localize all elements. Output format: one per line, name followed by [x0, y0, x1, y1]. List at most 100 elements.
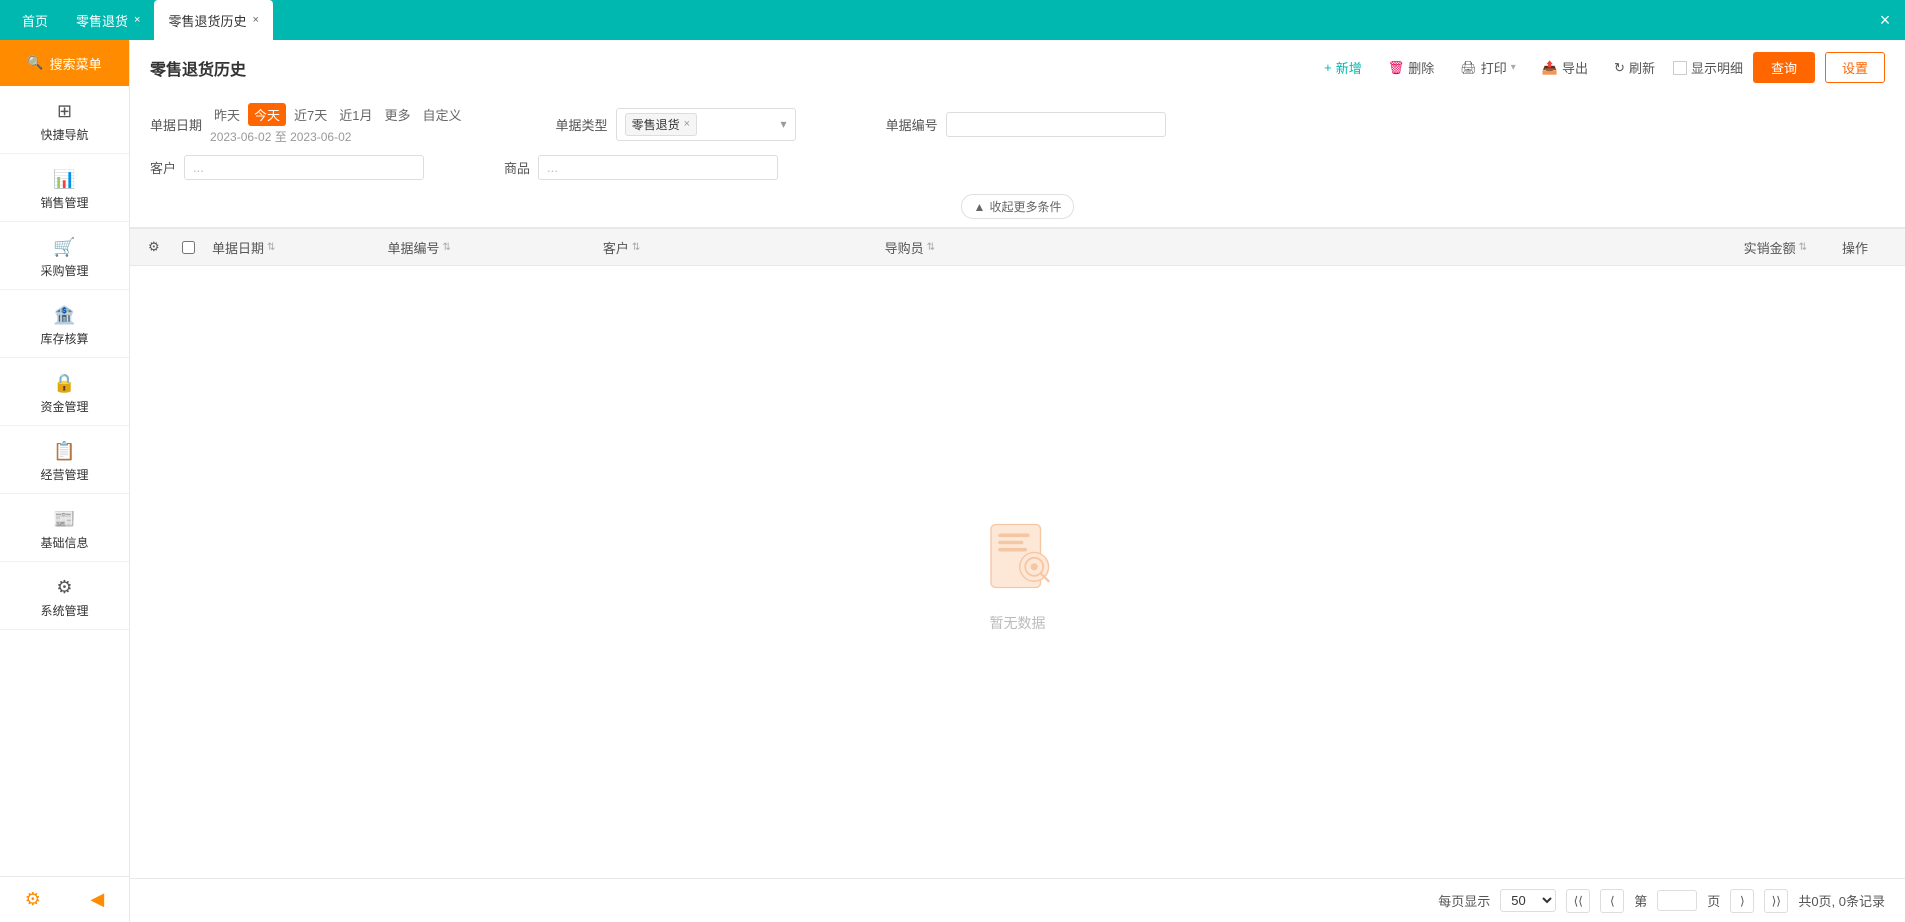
sidebar-item-finance[interactable]: 🔒 资金管理 [0, 358, 129, 426]
date-today[interactable]: 今天 [248, 103, 286, 126]
settings-bottom-icon[interactable]: ⚙ [25, 889, 41, 910]
th-number-sort-icon[interactable]: ⇅ [442, 242, 450, 253]
tab-retail-return-history[interactable]: 零售退货历史 × [154, 0, 272, 40]
tab-retail-return[interactable]: 零售退货 × [62, 0, 154, 40]
filter-customer: 客户 ... [150, 155, 424, 180]
inventory-icon: 🏦 [54, 304, 76, 326]
th-date-label: 单据日期 [212, 238, 264, 257]
settings-button[interactable]: 设置 [1825, 52, 1885, 83]
date-quick-links: 昨天 今天 近7天 近1月 更多 自定义 [210, 103, 466, 126]
th-number-label: 单据编号 [387, 238, 439, 257]
th-amount: 实销金额 ⇅ [1640, 238, 1815, 257]
sidebar-item-purchase-mgmt-label: 采购管理 [40, 262, 88, 279]
th-date: 单据日期 ⇅ [204, 238, 379, 257]
sidebar-search[interactable]: 🔍 搜索菜单 [0, 40, 129, 86]
th-settings[interactable]: ⚙ [140, 239, 172, 255]
sidebar-item-operations[interactable]: 📋 经营管理 [0, 426, 129, 494]
table-header: ⚙ 单据日期 ⇅ 单据编号 ⇅ 客户 ⇅ 导购员 [130, 228, 1905, 266]
query-button[interactable]: 查询 [1753, 52, 1815, 83]
date-more[interactable]: 更多 [381, 103, 415, 126]
goods-filter-label: 商品 [504, 158, 530, 177]
date-yesterday[interactable]: 昨天 [210, 103, 244, 126]
customer-filter-label: 客户 [150, 158, 176, 177]
th-customer-label: 客户 [603, 238, 629, 257]
collapse-label: 收起更多条件 [989, 198, 1061, 215]
th-ops-label: 操作 [1842, 238, 1868, 257]
window-close-button[interactable]: × [1865, 0, 1905, 40]
last-page-button[interactable]: ⟩⟩ [1764, 889, 1788, 913]
type-tag-close[interactable]: × [684, 118, 690, 130]
th-date-sort-icon[interactable]: ⇅ [267, 242, 275, 253]
content: 零售退货历史 + 新增 🗑 删除 🖨 打印 ▾ [130, 40, 1905, 922]
date-custom[interactable]: 自定义 [419, 103, 466, 126]
filter-row-1: 单据日期 昨天 今天 近7天 近1月 更多 自定义 2023-06-02 至 2… [150, 103, 1885, 145]
export-label: 导出 [1562, 58, 1588, 77]
tab-home[interactable]: 首页 [8, 0, 62, 40]
tab-home-label: 首页 [22, 11, 48, 30]
collapse-sidebar-icon[interactable]: ◀ [90, 889, 104, 910]
export-button[interactable]: 📤 导出 [1534, 54, 1596, 81]
finance-icon: 🔒 [54, 372, 76, 394]
table-settings-icon[interactable]: ⚙ [148, 239, 160, 255]
sidebar-item-system-mgmt[interactable]: ⚙ 系统管理 [0, 562, 129, 630]
topbar: 首页 零售退货 × 零售退货历史 × × [0, 0, 1905, 40]
th-guide-sort-icon[interactable]: ⇅ [927, 242, 935, 253]
sidebar: 🔍 搜索菜单 ⊞ 快捷导航 📊 销售管理 🛒 采购管理 🏦 库存核算 🔒 资金管… [0, 40, 130, 922]
th-guide: 导购员 ⇅ [877, 238, 1092, 257]
number-filter-input[interactable] [946, 112, 1166, 137]
empty-text: 暂无数据 [990, 613, 1046, 633]
sidebar-item-sales-mgmt-label: 销售管理 [40, 194, 88, 211]
select-all-checkbox[interactable] [182, 241, 195, 254]
refresh-button[interactable]: ↻ 刷新 [1606, 54, 1663, 81]
th-amount-sort-icon[interactable]: ⇅ [1799, 242, 1807, 253]
page-title: 零售退货历史 [150, 56, 246, 80]
sidebar-item-purchase-mgmt[interactable]: 🛒 采购管理 [0, 222, 129, 290]
sidebar-bottom: ⚙ ◀ [0, 876, 129, 922]
purchase-mgmt-icon: 🛒 [54, 236, 76, 258]
first-page-button[interactable]: ⟨⟨ [1566, 889, 1590, 913]
sidebar-item-basic-info[interactable]: 📰 基础信息 [0, 494, 129, 562]
show-detail-label[interactable]: 显示明细 [1673, 58, 1743, 77]
date-7days[interactable]: 近7天 [290, 103, 331, 126]
collapse-button[interactable]: ▲ 收起更多条件 [961, 194, 1075, 219]
sidebar-item-inventory[interactable]: 🏦 库存核算 [0, 290, 129, 358]
new-icon: + [1324, 60, 1332, 75]
filter-type: 单据类型 零售退货 × ▾ [556, 108, 796, 141]
sidebar-item-inventory-label: 库存核算 [40, 330, 88, 347]
date-1month[interactable]: 近1月 [335, 103, 376, 126]
tab-retail-return-history-close[interactable]: × [252, 14, 258, 26]
per-page-select[interactable]: 50 100 200 [1500, 889, 1556, 912]
new-button[interactable]: + 新增 [1316, 54, 1370, 81]
next-page-button[interactable]: ⟩ [1730, 889, 1754, 913]
sidebar-item-finance-label: 资金管理 [40, 398, 88, 415]
type-select[interactable]: 零售退货 × ▾ [616, 108, 796, 141]
goods-filter-input[interactable]: ... [538, 155, 778, 180]
tab-retail-return-close[interactable]: × [134, 14, 140, 26]
th-customer: 客户 ⇅ [595, 238, 877, 257]
sidebar-item-quick-nav[interactable]: ⊞ 快捷导航 [0, 86, 129, 154]
th-check[interactable] [172, 241, 204, 254]
filter-row-2: 客户 ... 商品 ... [150, 155, 1885, 180]
total-label: 共0页, 0条记录 [1798, 891, 1885, 910]
print-label: 打印 [1481, 58, 1507, 77]
page-number-input[interactable]: 1 [1657, 890, 1697, 911]
print-button[interactable]: 🖨 打印 ▾ [1452, 54, 1524, 81]
delete-icon: 🗑 [1388, 60, 1405, 76]
type-tag: 零售退货 × [625, 113, 697, 136]
topbar-tabs: 首页 零售退货 × 零售退货历史 × [8, 0, 1865, 40]
delete-button[interactable]: 🗑 删除 [1380, 54, 1443, 81]
prev-page-button[interactable]: ⟨ [1600, 889, 1624, 913]
th-customer-sort-icon[interactable]: ⇅ [632, 242, 640, 253]
operations-icon: 📋 [54, 440, 76, 462]
th-amount-label: 实销金额 [1744, 238, 1796, 257]
refresh-label: 刷新 [1629, 58, 1655, 77]
show-detail-checkbox[interactable] [1673, 61, 1687, 75]
filter-area: 单据日期 昨天 今天 近7天 近1月 更多 自定义 2023-06-02 至 2… [150, 93, 1885, 227]
customer-filter-input[interactable]: ... [184, 155, 424, 180]
sidebar-item-system-mgmt-label: 系统管理 [40, 602, 88, 619]
th-ops: 操作 [1815, 238, 1895, 257]
goods-dots: ... [547, 160, 558, 175]
type-tag-value: 零售退货 [632, 116, 680, 133]
sidebar-item-basic-info-label: 基础信息 [40, 534, 88, 551]
sidebar-item-sales-mgmt[interactable]: 📊 销售管理 [0, 154, 129, 222]
